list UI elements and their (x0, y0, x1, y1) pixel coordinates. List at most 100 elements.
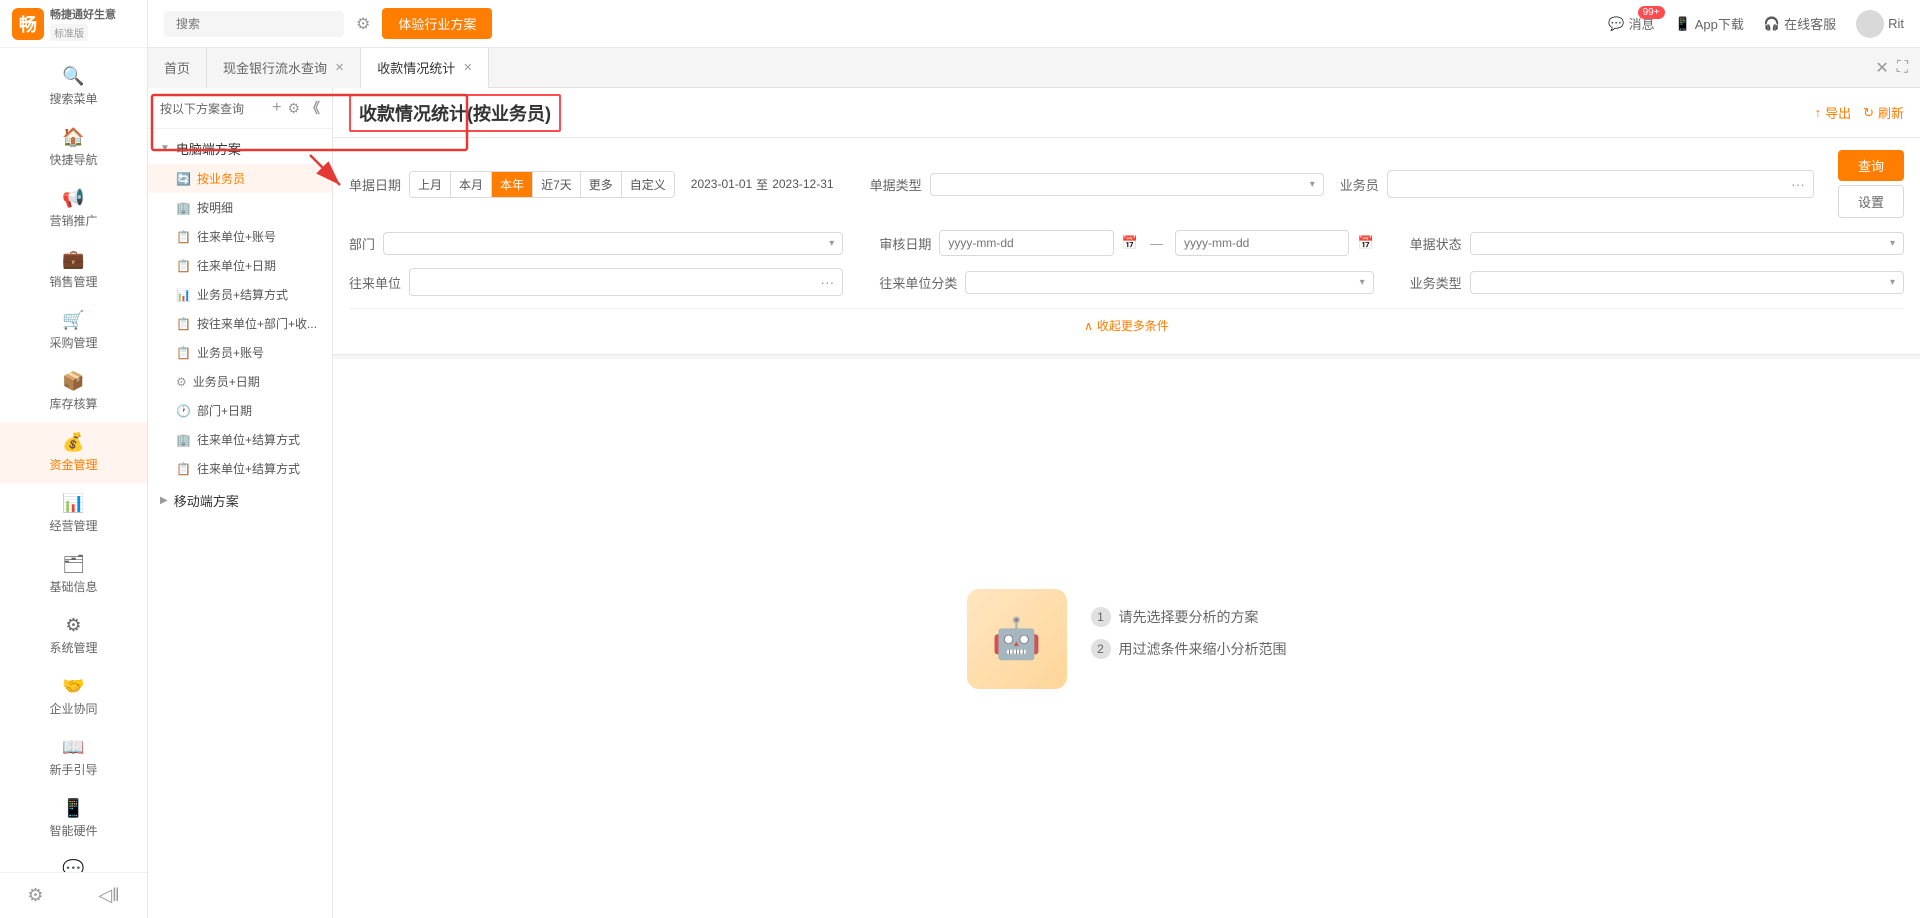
dept-select[interactable]: ▾ (383, 232, 843, 255)
scheme-item-10[interactable]: 🏢 往来单位+结算方式 (148, 425, 332, 454)
empty-content: 🤖 1 请先选择要分析的方案 2 用过滤条件来缩小分析范围 (967, 589, 1287, 689)
collapse-sidebar-icon[interactable]: ◁‖ (98, 885, 119, 906)
scheme-item-icon-10: 🏢 (176, 433, 191, 447)
sidebar-item-sales[interactable]: 💼销售管理 (0, 239, 147, 300)
business-type-select[interactable]: ▾ (1470, 271, 1904, 294)
sidebar-item-purchase[interactable]: 🛒采购管理 (0, 300, 147, 361)
sidebar-item-search[interactable]: 🔍搜索菜单 (0, 56, 147, 117)
trial-button[interactable]: 体验行业方案 (382, 8, 492, 39)
scheme-item-6[interactable]: 📋 按往来单位+部门+收... (148, 309, 332, 338)
scheme-item-5[interactable]: 📊 业务员+结算方式 (148, 280, 332, 309)
counterpart-class-filter: 往来单位分类 ▾ (879, 271, 1373, 294)
tab-receipt-stats[interactable]: 收款情况统计 ✕ (361, 48, 489, 88)
review-date-end[interactable] (1175, 230, 1349, 256)
staff-select[interactable]: ··· (1387, 170, 1814, 198)
sidebar-item-operation[interactable]: 📊经营管理 (0, 483, 147, 544)
calendar-icon-1: 📅 (1122, 235, 1138, 251)
logo-tag: 标准版 (50, 24, 88, 41)
quick-nav-icon: 🏠 (62, 127, 84, 148)
inventory-icon: 📦 (62, 371, 84, 392)
date-tab-this-month[interactable]: 本月 (451, 172, 492, 197)
refresh-button[interactable]: ↻ 刷新 (1863, 103, 1904, 122)
calendar-icon-2: 📅 (1357, 235, 1373, 251)
sidebar-item-hardware[interactable]: 📱智能硬件 (0, 788, 147, 849)
sidebar-item-guide[interactable]: 📖新手引导 (0, 727, 147, 788)
tab-bank-flow-close[interactable]: ✕ (335, 61, 344, 74)
sales-icon: 💼 (62, 249, 84, 270)
scheme-item-label-4: 往来单位+日期 (197, 257, 276, 274)
settings-icon[interactable]: ⚙ (27, 885, 43, 906)
counterpart-class-chevron: ▾ (1360, 277, 1365, 288)
guide-icon: 📖 (62, 737, 84, 758)
scheme-item-3[interactable]: 📋 往来单位+账号 (148, 222, 332, 251)
sidebar-item-quick-nav[interactable]: 🏠快捷导航 (0, 117, 147, 178)
sidebar-item-wechat[interactable]: 💬企业微信 (0, 849, 147, 872)
system-icon: ⚙ (65, 615, 81, 636)
scheme-item-icon-11: 📋 (176, 462, 191, 476)
review-date-filter: 审核日期 📅 — 📅 (879, 230, 1373, 256)
scheme-item-detail[interactable]: 🏢 按明细 (148, 193, 332, 222)
date-tab-this-year[interactable]: 本年 (492, 172, 533, 197)
review-date-start[interactable] (939, 230, 1113, 256)
counterpart-ellipsis: ··· (820, 274, 834, 290)
search-input[interactable] (164, 11, 344, 37)
sidebar-item-finance[interactable]: 💰资金管理 (0, 422, 147, 483)
tab-close-all-icon[interactable]: ✕ (1875, 58, 1888, 78)
collapse-filter-bar[interactable]: ∧ 收起更多条件 (349, 308, 1904, 342)
sidebar-item-basic[interactable]: 🗂基础信息 (0, 544, 147, 605)
tab-home[interactable]: 首页 (148, 48, 207, 88)
scheme-item-label-11: 往来单位+结算方式 (197, 460, 300, 477)
empty-steps: 1 请先选择要分析的方案 2 用过滤条件来缩小分析范围 (1091, 607, 1287, 671)
online-service-button[interactable]: 🎧 在线客服 (1764, 14, 1836, 33)
tab-maximize-icon[interactable]: ⛶ (1897, 59, 1908, 77)
tab-receipt-stats-close[interactable]: ✕ (463, 61, 472, 74)
counterpart-filter: 往来单位 ··· (349, 268, 843, 296)
scheme-item-4[interactable]: 📋 往来单位+日期 (148, 251, 332, 280)
sidebar-item-inventory[interactable]: 📦库存核算 (0, 361, 147, 422)
dept-label: 部门 (349, 234, 375, 253)
staff-label: 业务员 (1340, 175, 1379, 194)
tree-group-desktop-header[interactable]: ▼ 电脑端方案 (148, 133, 332, 164)
setting-button[interactable]: 设置 (1838, 185, 1904, 218)
export-icon: ↑ (1815, 105, 1822, 120)
scheme-item-9[interactable]: 🕐 部门+日期 (148, 396, 332, 425)
export-button[interactable]: ↑ 导出 (1815, 103, 1852, 122)
tree-group-mobile: ▶ 移动端方案 (148, 485, 332, 516)
voucher-type-select[interactable]: ▾ (930, 173, 1324, 196)
date-label: 单据日期 (349, 175, 401, 194)
business-type-label: 业务类型 (1410, 273, 1462, 292)
scheme-item-by-staff[interactable]: 🔄 按业务员 (148, 164, 332, 193)
message-button[interactable]: 💬 消息 99+ (1608, 14, 1654, 33)
sidebar-item-enterprise[interactable]: 🤝企业协同 (0, 666, 147, 727)
scheme-item-11[interactable]: 📋 往来单位+结算方式 (148, 454, 332, 483)
action-buttons: 查询 设置 (1838, 150, 1904, 218)
tree-group-mobile-header[interactable]: ▶ 移动端方案 (148, 485, 332, 516)
query-button[interactable]: 查询 (1838, 150, 1904, 181)
tree-group-desktop: ▼ 电脑端方案 🔄 按业务员 🏢 按明细 📋 往来单位+账号 (148, 133, 332, 483)
user-avatar-area[interactable]: Rit (1856, 10, 1904, 38)
date-tab-last-month[interactable]: 上月 (410, 172, 451, 197)
counterpart-select[interactable]: ··· (409, 268, 843, 296)
gear-icon[interactable]: ⚙ (356, 14, 370, 34)
scheme-item-8[interactable]: ⚙ 业务员+日期 (148, 367, 332, 396)
scheme-item-7[interactable]: 📋 业务员+账号 (148, 338, 332, 367)
sidebar-item-marketing[interactable]: 📢营销推广 (0, 178, 147, 239)
date-tab-7days[interactable]: 近7天 (533, 172, 581, 197)
counterpart-class-select[interactable]: ▾ (965, 271, 1373, 294)
date-range-display: 2023-01-01 至 2023-12-31 (691, 176, 834, 193)
marketing-icon: 📢 (62, 188, 84, 209)
sidebar: 畅 畅捷通好生意 标准版 🔍搜索菜单🏠快捷导航📢营销推广💼销售管理🛒采购管理📦库… (0, 0, 148, 918)
add-scheme-icon[interactable]: + (272, 99, 281, 117)
app-download-button[interactable]: 📱 App下载 (1675, 14, 1744, 33)
sidebar-item-system[interactable]: ⚙系统管理 (0, 605, 147, 666)
tab-bank-flow[interactable]: 现金银行流水查询 ✕ (207, 48, 361, 88)
scheme-settings-icon[interactable]: ⚙ (287, 100, 300, 117)
collapse-panel-icon[interactable]: 《 (306, 98, 320, 118)
scheme-item-label: 按业务员 (197, 170, 245, 187)
date-tab-custom[interactable]: 自定义 (622, 172, 674, 197)
scheme-item-label-10: 往来单位+结算方式 (197, 431, 300, 448)
review-date-label: 审核日期 (879, 234, 931, 253)
date-tab-more[interactable]: 更多 (581, 172, 622, 197)
scheme-item-label-3: 往来单位+账号 (197, 228, 276, 245)
voucher-status-select[interactable]: ▾ (1470, 232, 1904, 255)
